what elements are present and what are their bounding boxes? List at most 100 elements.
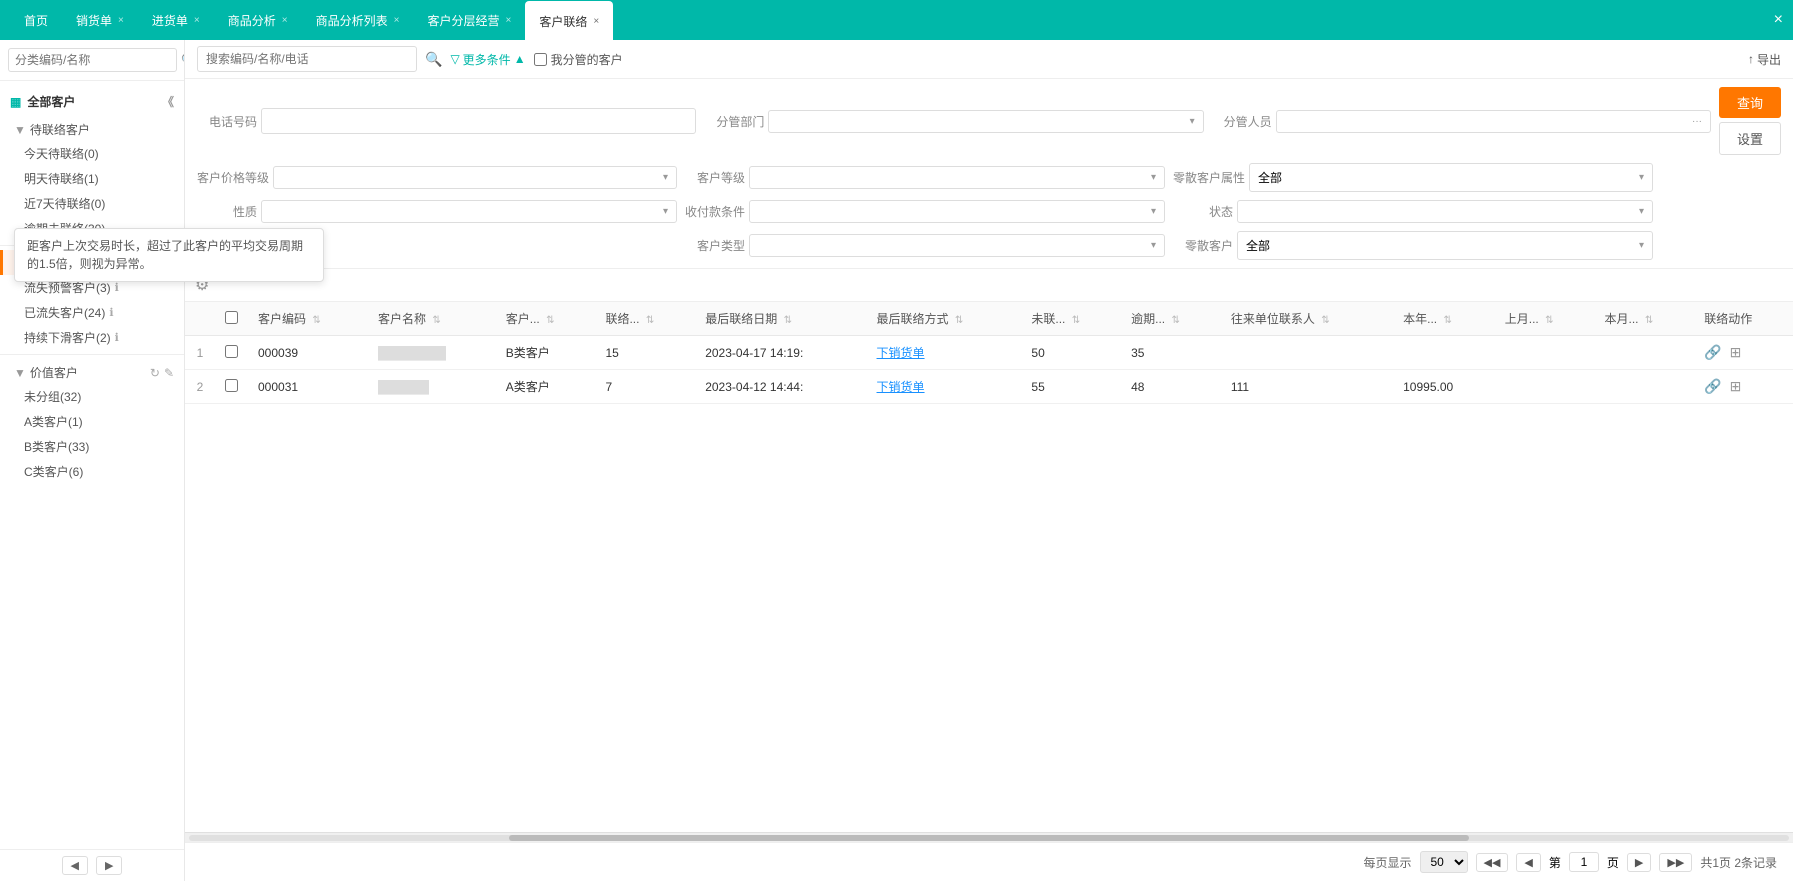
- info-icon-churn: ℹ: [115, 281, 119, 294]
- row2-action-grid-icon[interactable]: ⊞: [1730, 378, 1742, 395]
- nav-product-analysis-close[interactable]: ×: [282, 15, 288, 26]
- sidebar-item-churned[interactable]: 已流失客户(24) ℹ: [0, 300, 184, 325]
- nav-purchase[interactable]: 进货单 ×: [138, 0, 214, 40]
- sidebar-section-pending[interactable]: ▼ 待联络客户: [0, 116, 184, 141]
- scrollbar-thumb[interactable]: [509, 835, 1469, 841]
- filter-nature-select[interactable]: ▾: [261, 200, 677, 223]
- filter-manager-select[interactable]: ···: [1276, 110, 1711, 133]
- col-contact-person: 往来单位联系人 ⇅: [1221, 302, 1393, 336]
- sort-icon-contact[interactable]: ⇅: [646, 315, 654, 326]
- sort-icon-this-month[interactable]: ⇅: [1645, 315, 1653, 326]
- sidebar-nav-left[interactable]: ◀: [62, 856, 88, 875]
- scrollbar-track[interactable]: [189, 835, 1789, 841]
- page-number-input[interactable]: [1569, 852, 1599, 872]
- row1-action-grid-icon[interactable]: ⊞: [1730, 344, 1742, 361]
- row2-category: A类客户: [496, 370, 596, 404]
- page-size-label: 每页显示: [1363, 854, 1411, 871]
- sort-icon-last-date[interactable]: ⇅: [784, 315, 792, 326]
- row2-checkbox[interactable]: [225, 379, 238, 392]
- filter-retail-attr-select[interactable]: 全部 ▾: [1249, 163, 1653, 192]
- window-close-button[interactable]: ×: [1774, 11, 1783, 29]
- filter-payment-select[interactable]: ▾: [749, 200, 1165, 223]
- sidebar-item-today[interactable]: 今天待联络(0): [0, 141, 184, 166]
- sidebar-item-class-b[interactable]: B类客户(33): [0, 434, 184, 459]
- sort-icon-category[interactable]: ⇅: [546, 315, 554, 326]
- sidebar-search-input[interactable]: [8, 48, 177, 72]
- nav-customer-tier[interactable]: 客户分层经营 ×: [413, 0, 525, 40]
- sort-icon-code[interactable]: ⇅: [312, 315, 320, 326]
- chevron-down-icon10: ▾: [1639, 240, 1644, 251]
- col-overdue: 逾期... ⇅: [1121, 302, 1221, 336]
- filter-dept: 分管部门 ▾: [704, 110, 1203, 133]
- nav-product-analysis[interactable]: 商品分析 ×: [214, 0, 302, 40]
- filter-phone-input[interactable]: [261, 108, 696, 134]
- sidebar-item-ungroup[interactable]: 未分组(32): [0, 384, 184, 409]
- refresh-icon[interactable]: ↻: [150, 366, 160, 380]
- nav-sales-close[interactable]: ×: [118, 15, 124, 26]
- nav-customer-contact[interactable]: 客户联络 ×: [525, 1, 613, 41]
- row1-code: 000039: [248, 336, 368, 370]
- filter-search-input[interactable]: [197, 46, 417, 72]
- first-page-button[interactable]: ◀◀: [1476, 853, 1509, 872]
- settings-button[interactable]: 设置: [1719, 122, 1781, 155]
- row1-last-method-link[interactable]: 下销货单: [877, 346, 925, 360]
- chevron-down-icon4: ▾: [1151, 172, 1156, 183]
- sidebar-nav-right[interactable]: ▶: [96, 856, 122, 875]
- row1-action-link-icon[interactable]: 🔗: [1704, 344, 1721, 361]
- nav-customer-tier-close[interactable]: ×: [505, 15, 511, 26]
- more-conditions-button[interactable]: ▽ 更多条件 ▲: [450, 51, 525, 68]
- nav-purchase-close[interactable]: ×: [194, 15, 200, 26]
- prev-page-button[interactable]: ◀: [1516, 853, 1540, 872]
- table-wrapper[interactable]: 客户编码 ⇅ 客户名称 ⇅ 客户... ⇅: [185, 302, 1793, 832]
- top-nav: 首页 销货单 × 进货单 × 商品分析 × 商品分析列表 × 客户分层经营 × …: [0, 0, 1793, 40]
- sort-icon-last-method[interactable]: ⇅: [955, 315, 963, 326]
- sidebar-value-customers-header[interactable]: ▼ 价值客户 ↻ ✎: [0, 359, 184, 384]
- row1-checkbox-cell: [215, 336, 248, 370]
- edit-icon[interactable]: ✎: [164, 366, 174, 380]
- sidebar-item-class-a[interactable]: A类客户(1): [0, 409, 184, 434]
- sidebar-item-class-c[interactable]: C类客户(6): [0, 459, 184, 484]
- sort-icon-name[interactable]: ⇅: [432, 315, 440, 326]
- info-icon-churned: ℹ: [109, 306, 113, 319]
- filter-price-grade-select[interactable]: ▾: [273, 166, 677, 189]
- filter-customer-grade-select[interactable]: ▾: [749, 166, 1165, 189]
- filter-status-select[interactable]: ▾: [1237, 200, 1653, 223]
- nav-home[interactable]: 首页: [10, 0, 62, 40]
- sort-icon-overdue[interactable]: ⇅: [1171, 315, 1179, 326]
- filter-retail-customer-select[interactable]: 全部 ▾: [1237, 231, 1653, 260]
- nav-customer-contact-close[interactable]: ×: [593, 16, 599, 27]
- sidebar-item-declining[interactable]: 持续下滑客户(2) ℹ: [0, 325, 184, 350]
- col-last-contact-date: 最后联络日期 ⇅: [695, 302, 866, 336]
- filter-dept-select[interactable]: ▾: [768, 110, 1203, 133]
- row2-action-link-icon[interactable]: 🔗: [1704, 378, 1721, 395]
- select-all-checkbox[interactable]: [225, 311, 238, 324]
- filter-customer-type-select[interactable]: ▾: [749, 234, 1165, 257]
- query-button[interactable]: 查询: [1719, 87, 1781, 118]
- filter-dept-label: 分管部门: [704, 113, 764, 130]
- last-page-button[interactable]: ▶▶: [1659, 853, 1692, 872]
- sort-icon-last-month[interactable]: ⇅: [1545, 315, 1553, 326]
- pagination-bar: 每页显示 50 ◀◀ ◀ 第 页 ▶ ▶▶ 共1页 2条记录: [185, 842, 1793, 881]
- row2-checkbox-cell: [215, 370, 248, 404]
- sort-icon-this-year[interactable]: ⇅: [1443, 315, 1451, 326]
- page-size-select[interactable]: 50: [1420, 851, 1468, 873]
- row1-last-method: 下销货单: [867, 336, 1022, 370]
- horizontal-scrollbar[interactable]: [185, 832, 1793, 842]
- next-page-button[interactable]: ▶: [1627, 853, 1651, 872]
- row1-checkbox[interactable]: [225, 345, 238, 358]
- export-button[interactable]: ↑ 导出: [1748, 51, 1781, 68]
- sort-icon-not-contact[interactable]: ⇅: [1072, 315, 1080, 326]
- nav-product-list[interactable]: 商品分析列表 ×: [302, 0, 414, 40]
- filter-search-button[interactable]: 🔍: [425, 51, 442, 68]
- row2-last-method-link[interactable]: 下销货单: [877, 380, 925, 394]
- sidebar-all-customers[interactable]: ▦ 全部客户 《: [0, 87, 184, 116]
- sort-icon-contact-person[interactable]: ⇅: [1321, 315, 1329, 326]
- sidebar-item-7days[interactable]: 近7天待联络(0): [0, 191, 184, 216]
- filter-icon: ▽: [450, 52, 459, 66]
- sidebar-item-tomorrow[interactable]: 明天待联络(1): [0, 166, 184, 191]
- chevron-down-icon8: ▾: [1639, 206, 1644, 217]
- my-customers-checkbox-label[interactable]: 我分管的客户: [534, 51, 623, 68]
- nav-product-list-close[interactable]: ×: [394, 15, 400, 26]
- nav-sales[interactable]: 销货单 ×: [62, 0, 138, 40]
- my-customers-checkbox[interactable]: [534, 53, 547, 66]
